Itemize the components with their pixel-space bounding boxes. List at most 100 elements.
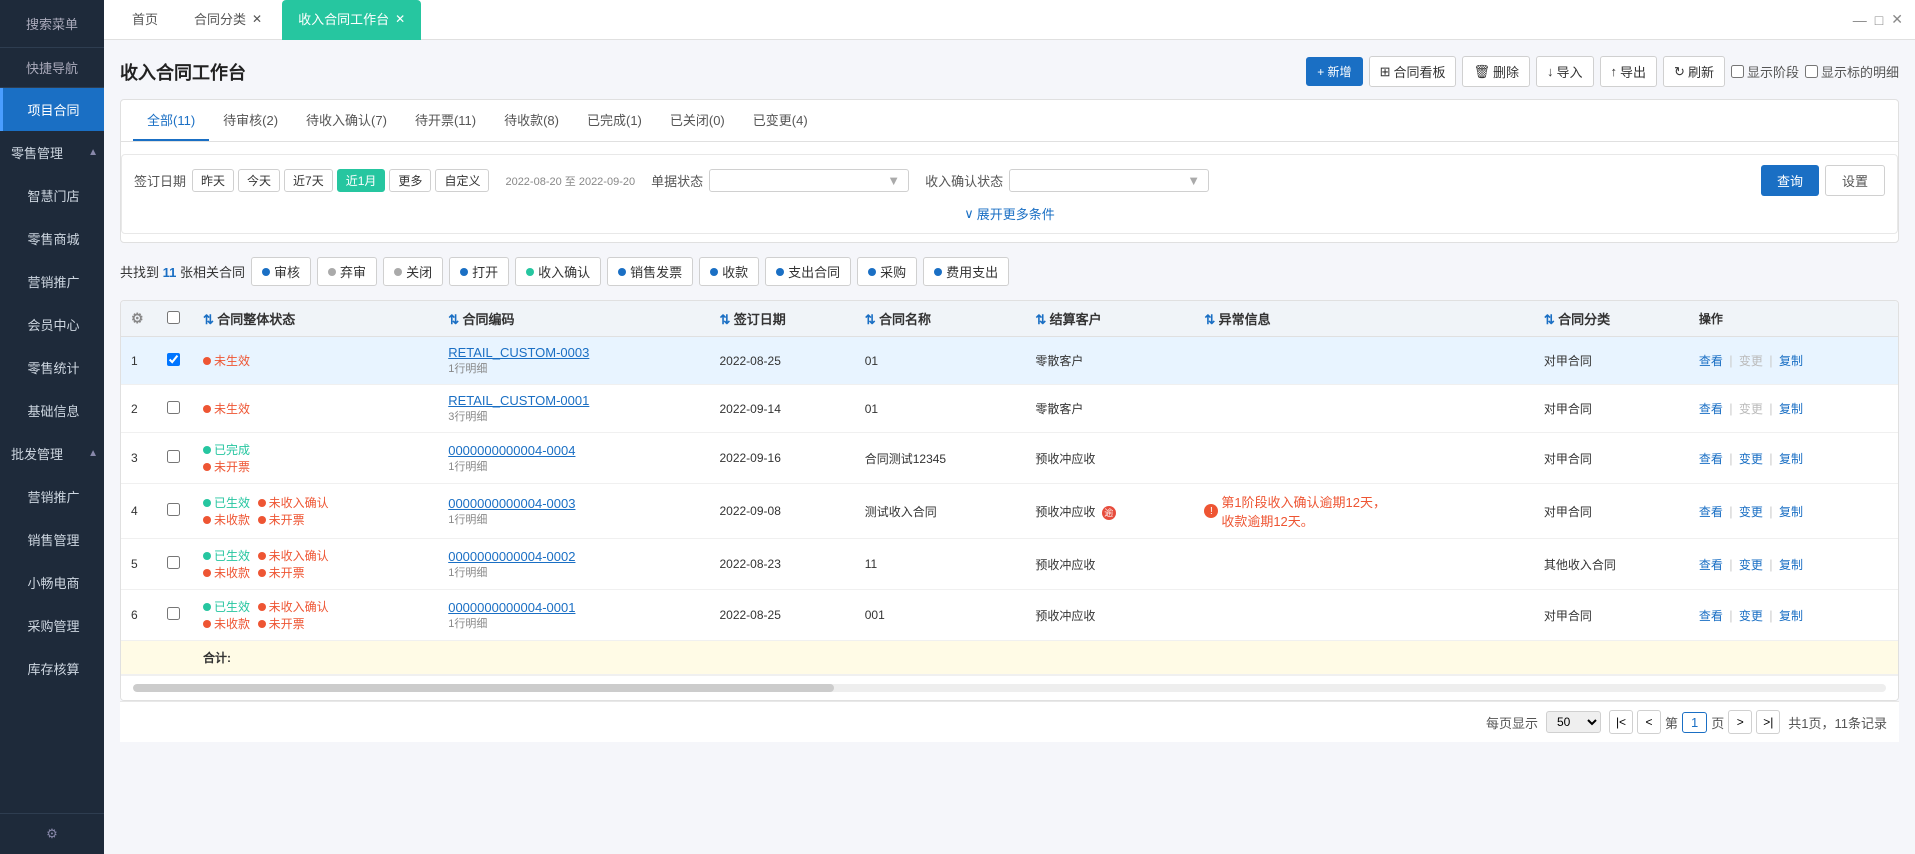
contract-code-link[interactable]: 0000000000004-0003 <box>448 496 575 511</box>
new-button[interactable]: + 新增 <box>1306 57 1362 86</box>
board-button[interactable]: ⊞ 合同看板 <box>1369 56 1457 87</box>
sidebar-search[interactable]: 搜索菜单 <box>0 0 104 48</box>
date-btn-custom[interactable]: 自定义 <box>435 169 489 192</box>
row-checkbox[interactable] <box>167 503 180 516</box>
export-button[interactable]: ↑ 导出 <box>1600 56 1658 87</box>
filter-tab-pending-payment[interactable]: 待收款(8) <box>490 100 573 141</box>
filter-tab-closed[interactable]: 已关闭(0) <box>656 100 739 141</box>
sidebar-item-mkt-promo[interactable]: 营销推广 <box>0 475 104 518</box>
expense-out-action-btn[interactable]: 费用支出 <box>923 257 1009 286</box>
view-op-btn[interactable]: 查看 <box>1699 354 1723 368</box>
view-op-btn[interactable]: 查看 <box>1699 558 1723 572</box>
view-op-btn[interactable]: 查看 <box>1699 402 1723 416</box>
sidebar-nav[interactable]: 快捷导航 <box>0 48 104 88</box>
pay-contract-action-btn[interactable]: 支出合同 <box>765 257 851 286</box>
show-stage-checkbox[interactable]: 显示阶段 <box>1731 62 1799 81</box>
current-page[interactable]: 1 <box>1682 712 1707 733</box>
date-btn-last-month[interactable]: 近1月 <box>337 169 386 192</box>
copy-op-btn[interactable]: 复制 <box>1779 505 1803 519</box>
minimize-icon[interactable]: — <box>1853 12 1867 28</box>
refresh-button[interactable]: ↻ 刷新 <box>1663 56 1725 87</box>
change-op-btn[interactable]: 变更 <box>1739 505 1763 519</box>
review-action-btn[interactable]: 审核 <box>251 257 311 286</box>
next-page-btn[interactable]: > <box>1728 710 1752 734</box>
contract-code-link[interactable]: RETAIL_CUSTOM-0003 <box>448 345 589 360</box>
sidebar-item-sales-mgmt[interactable]: 销售管理 <box>0 518 104 561</box>
abandon-action-btn[interactable]: 弃审 <box>317 257 377 286</box>
contract-code-link[interactable]: RETAIL_CUSTOM-0001 <box>448 393 589 408</box>
row-checkbox[interactable] <box>167 450 180 463</box>
close-action-btn[interactable]: 关闭 <box>383 257 443 286</box>
show-label-checkbox[interactable]: 显示标的明细 <box>1805 62 1899 81</box>
view-op-btn[interactable]: 查看 <box>1699 505 1723 519</box>
import-button[interactable]: ↓ 导入 <box>1536 56 1594 87</box>
horizontal-scrollbar[interactable] <box>133 684 1886 692</box>
sidebar-item-retail-stat[interactable]: 零售统计 <box>0 346 104 389</box>
sidebar-item-wholesale[interactable]: 批发管理 ▲ <box>0 432 104 475</box>
filter-tab-completed[interactable]: 已完成(1) <box>573 100 656 141</box>
contract-code-link[interactable]: 0000000000004-0001 <box>448 600 575 615</box>
date-btn-more[interactable]: 更多 <box>389 169 431 192</box>
change-op-btn[interactable]: 变更 <box>1739 452 1763 466</box>
contract-code-link[interactable]: 0000000000004-0004 <box>448 443 575 458</box>
collect-action-btn[interactable]: 收款 <box>699 257 759 286</box>
tab-close-income[interactable]: ✕ <box>395 12 405 26</box>
sidebar-item-member[interactable]: 会员中心 <box>0 303 104 346</box>
first-page-btn[interactable]: |< <box>1609 710 1633 734</box>
date-btn-yesterday[interactable]: 昨天 <box>192 169 234 192</box>
date-btn-today[interactable]: 今天 <box>238 169 280 192</box>
copy-op-btn[interactable]: 复制 <box>1779 354 1803 368</box>
col-gear[interactable]: ⚙ <box>121 301 157 337</box>
filter-tab-changed[interactable]: 已变更(4) <box>739 100 822 141</box>
sidebar-item-basic-info[interactable]: 基础信息 <box>0 389 104 432</box>
sidebar-item-marketing[interactable]: 营销推广 <box>0 260 104 303</box>
settings-icon[interactable]: ⚙ <box>0 813 104 854</box>
filter-tab-pending-confirm[interactable]: 待收入确认(7) <box>292 100 401 141</box>
change-op-btn[interactable]: 变更 <box>1739 609 1763 623</box>
contract-code-link[interactable]: 0000000000004-0002 <box>448 549 575 564</box>
row-checkbox[interactable] <box>167 607 180 620</box>
doc-status-select[interactable]: ▼ <box>709 169 909 192</box>
filter-tab-pending-review[interactable]: 待审核(2) <box>209 100 292 141</box>
tab-close-contract-cat[interactable]: ✕ <box>252 12 262 26</box>
copy-op-btn[interactable]: 复制 <box>1779 402 1803 416</box>
filter-tab-pending-invoice[interactable]: 待开票(11) <box>401 100 490 141</box>
sidebar-item-retail-mgmt[interactable]: 零售管理 ▲ <box>0 131 104 174</box>
sidebar-item-project[interactable]: 项目合同 <box>0 88 104 131</box>
delete-button[interactable]: 🗑 删除 <box>1462 56 1530 87</box>
last-page-btn[interactable]: >| <box>1756 710 1780 734</box>
row-checkbox[interactable] <box>167 353 180 366</box>
purchase-action-btn[interactable]: 采购 <box>857 257 917 286</box>
close-icon[interactable]: ✕ <box>1891 11 1903 28</box>
date-btn-last7[interactable]: 近7天 <box>284 169 333 192</box>
expand-more-btn[interactable]: ∨ 展开更多条件 <box>964 204 1055 223</box>
tab-income-workbench[interactable]: 收入合同工作台 ✕ <box>282 0 421 40</box>
tab-home[interactable]: 首页 <box>116 0 174 40</box>
gear-icon[interactable]: ⚙ <box>131 310 144 326</box>
sidebar-item-purchase[interactable]: 采购管理 <box>0 604 104 647</box>
view-op-btn[interactable]: 查看 <box>1699 609 1723 623</box>
per-page-select[interactable]: 50 20 100 <box>1546 711 1601 733</box>
invoice-action-btn[interactable]: 销售发票 <box>607 257 693 286</box>
view-op-btn[interactable]: 查看 <box>1699 452 1723 466</box>
set-button[interactable]: 设置 <box>1825 165 1885 196</box>
col-checkbox[interactable] <box>157 301 193 337</box>
row-checkbox[interactable] <box>167 556 180 569</box>
print-action-btn[interactable]: 打开 <box>449 257 509 286</box>
sidebar-item-ecommerce[interactable]: 小畅电商 <box>0 561 104 604</box>
confirm-action-btn[interactable]: 收入确认 <box>515 257 601 286</box>
prev-page-btn[interactable]: < <box>1637 710 1661 734</box>
maximize-icon[interactable]: □ <box>1875 12 1883 28</box>
select-all-checkbox[interactable] <box>167 311 180 324</box>
copy-op-btn[interactable]: 复制 <box>1779 609 1803 623</box>
copy-op-btn[interactable]: 复制 <box>1779 558 1803 572</box>
sidebar-item-smart-store[interactable]: 智慧门店 <box>0 174 104 217</box>
row-checkbox[interactable] <box>167 401 180 414</box>
tab-contract-cat[interactable]: 合同分类 ✕ <box>178 0 278 40</box>
income-confirm-select[interactable]: ▼ <box>1009 169 1209 192</box>
sidebar-item-retail-mall[interactable]: 零售商城 <box>0 217 104 260</box>
change-op-btn[interactable]: 变更 <box>1739 558 1763 572</box>
query-button[interactable]: 查询 <box>1761 165 1819 196</box>
copy-op-btn[interactable]: 复制 <box>1779 452 1803 466</box>
filter-tab-all[interactable]: 全部(11) <box>133 100 209 141</box>
